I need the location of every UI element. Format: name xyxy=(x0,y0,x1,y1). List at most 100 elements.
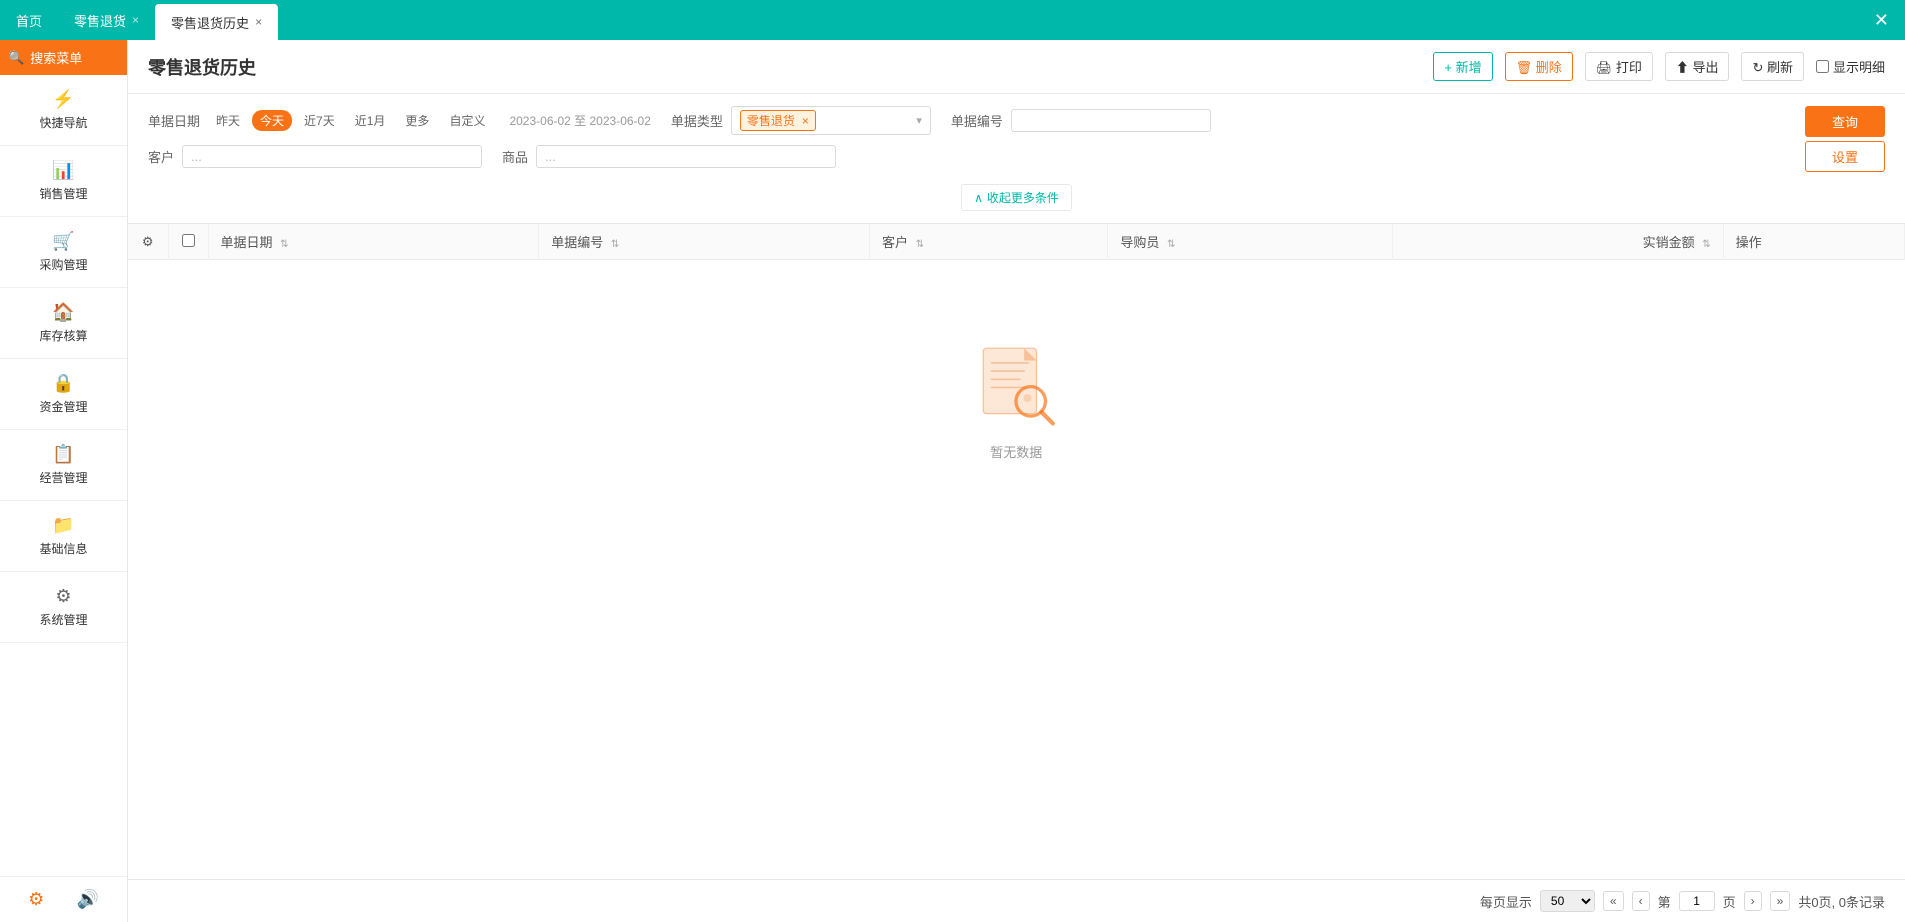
export-button[interactable]: ⬆ 导出 xyxy=(1665,52,1730,81)
sidebar: 🔍 搜索菜单 ⚡ 快捷导航 📊 销售管理 🛒 采购管理 🏠 库存核算 🔒 资金管… xyxy=(0,40,128,922)
header-actions: + 新增 🗑 删除 🖨 打印 ⬆ 导出 ↻ 刷新 显示明细 xyxy=(1433,52,1885,81)
empty-state-icon xyxy=(966,340,1066,430)
customer-label: 客户 xyxy=(148,147,174,166)
filter-row-1: 单据日期 昨天 今天 近7天 近1月 更多 自定义 2023-06-02 至 2… xyxy=(148,106,1785,135)
per-page-label: 每页显示 xyxy=(1480,892,1532,911)
sort-doc-no-icon: ⇅ xyxy=(611,239,619,250)
remove-doc-type-icon[interactable]: × xyxy=(802,114,809,128)
settings-icon[interactable]: ⚙ xyxy=(28,889,44,910)
sidebar-item-inventory[interactable]: 🏠 库存核算 xyxy=(0,288,127,359)
data-table: ⚙ 单据日期 ⇅ 单据编号 ⇅ 客户 xyxy=(128,224,1905,541)
date-range-display: 2023-06-02 至 2023-06-02 xyxy=(509,112,650,129)
date-option-yesterday[interactable]: 昨天 xyxy=(208,110,248,131)
date-option-more[interactable]: 更多 xyxy=(397,110,437,131)
product-label: 商品 xyxy=(502,147,528,166)
sort-doc-date-icon: ⇅ xyxy=(280,239,288,250)
filter-customer-group: 客户 ... xyxy=(148,145,482,168)
sales-icon: 📊 xyxy=(52,160,74,181)
th-action: 操作 xyxy=(1723,224,1904,260)
date-option-7days[interactable]: 近7天 xyxy=(296,110,343,131)
date-option-custom[interactable]: 自定义 xyxy=(441,110,493,131)
table-body: 暂无数据 xyxy=(128,260,1905,542)
top-bar: 首页 零售退货 × 零售退货历史 × ✕ xyxy=(0,0,1905,40)
search-icon: 🔍 xyxy=(8,50,24,66)
show-detail-input[interactable] xyxy=(1816,60,1829,73)
next-page-button[interactable]: › xyxy=(1744,891,1762,911)
show-detail-checkbox[interactable]: 显示明细 xyxy=(1816,57,1885,76)
audio-icon[interactable]: 🔊 xyxy=(76,889,98,910)
page-prefix-label: 第 xyxy=(1658,892,1671,911)
empty-state-row: 暂无数据 xyxy=(128,260,1905,542)
th-checkbox xyxy=(168,224,208,260)
window-close-button[interactable]: ✕ xyxy=(1874,10,1905,31)
doc-type-tag: 零售退货 × xyxy=(740,110,816,131)
delete-button[interactable]: 🗑 删除 xyxy=(1505,52,1573,81)
sidebar-item-finance[interactable]: 🔒 资金管理 xyxy=(0,359,127,430)
filter-date-group: 单据日期 昨天 今天 近7天 近1月 更多 自定义 2023-06-02 至 2… xyxy=(148,110,651,131)
main-content: 零售退货历史 + 新增 🗑 删除 🖨 打印 ⬆ 导出 ↻ 刷新 显示明细 xyxy=(128,40,1905,922)
doc-type-dropdown-icon: ▾ xyxy=(916,114,922,127)
filter-area: 单据日期 昨天 今天 近7天 近1月 更多 自定义 2023-06-02 至 2… xyxy=(128,94,1905,224)
sidebar-bottom: ⚙ 🔊 xyxy=(0,876,127,922)
customer-placeholder: ... xyxy=(191,149,202,164)
empty-state-text: 暂无数据 xyxy=(990,442,1042,461)
filter-doc-no-group: 单据编号 xyxy=(951,109,1211,132)
finance-icon: 🔒 xyxy=(52,373,74,394)
date-filter-label: 单据日期 xyxy=(148,111,200,130)
sidebar-item-operations[interactable]: 📋 经营管理 xyxy=(0,430,127,501)
tab-home[interactable]: 首页 xyxy=(0,11,58,30)
product-select[interactable]: ... xyxy=(536,145,836,168)
print-button[interactable]: 🖨 打印 xyxy=(1585,52,1653,81)
main-layout: 🔍 搜索菜单 ⚡ 快捷导航 📊 销售管理 🛒 采购管理 🏠 库存核算 🔒 资金管… xyxy=(0,40,1905,922)
collapse-filter-button[interactable]: ∧ 收起更多条件 xyxy=(961,184,1072,211)
last-page-button[interactable]: » xyxy=(1770,891,1791,911)
page-suffix-label: 页 xyxy=(1723,892,1736,911)
doc-type-label: 单据类型 xyxy=(671,111,723,130)
page-header: 零售退货历史 + 新增 🗑 删除 🖨 打印 ⬆ 导出 ↻ 刷新 显示明细 xyxy=(128,40,1905,94)
customer-select[interactable]: ... xyxy=(182,145,482,168)
per-page-select[interactable]: 50 20 100 xyxy=(1540,890,1595,912)
sidebar-item-purchase[interactable]: 🛒 采购管理 xyxy=(0,217,127,288)
pagination-summary: 共0页, 0条记录 xyxy=(1798,892,1885,911)
filter-product-group: 商品 ... xyxy=(502,145,836,168)
sidebar-search[interactable]: 🔍 搜索菜单 xyxy=(0,40,127,75)
date-option-1month[interactable]: 近1月 xyxy=(347,110,394,131)
empty-state: 暂无数据 xyxy=(128,260,1905,541)
sidebar-item-basic-info[interactable]: 📁 基础信息 xyxy=(0,501,127,572)
filter-date-options: 昨天 今天 近7天 近1月 更多 自定义 xyxy=(208,110,493,131)
sidebar-item-quick-nav[interactable]: ⚡ 快捷导航 xyxy=(0,75,127,146)
inventory-icon: 🏠 xyxy=(52,302,74,323)
sort-amount-icon: ⇅ xyxy=(1702,239,1710,250)
refresh-button[interactable]: ↻ 刷新 xyxy=(1741,52,1804,81)
query-button[interactable]: 查询 xyxy=(1805,106,1885,137)
operations-icon: 📋 xyxy=(52,444,74,465)
th-doc-no[interactable]: 单据编号 ⇅ xyxy=(539,224,870,260)
product-placeholder: ... xyxy=(545,149,556,164)
th-setting[interactable]: ⚙ xyxy=(128,224,168,260)
table-header-row: ⚙ 单据日期 ⇅ 单据编号 ⇅ 客户 xyxy=(128,224,1905,260)
th-doc-date[interactable]: 单据日期 ⇅ xyxy=(208,224,539,260)
page-number-input[interactable] xyxy=(1679,891,1715,911)
th-customer[interactable]: 客户 ⇅ xyxy=(870,224,1108,260)
sort-guide-icon: ⇅ xyxy=(1167,239,1175,250)
doc-type-select[interactable]: 零售退货 × ▾ xyxy=(731,106,931,135)
query-btn-group: 查询 设置 xyxy=(1805,106,1885,172)
tab-retail-return-history[interactable]: 零售退货历史 × xyxy=(155,4,278,40)
filter-row-2: 客户 ... 商品 ... xyxy=(148,145,1785,168)
first-page-button[interactable]: « xyxy=(1603,891,1624,911)
prev-page-button[interactable]: ‹ xyxy=(1632,891,1650,911)
close-tab2-icon[interactable]: × xyxy=(255,15,262,29)
th-amount[interactable]: 实销金额 ⇅ xyxy=(1392,224,1723,260)
th-guide[interactable]: 导购员 ⇅ xyxy=(1108,224,1393,260)
settings-filter-button[interactable]: 设置 xyxy=(1805,141,1885,172)
new-button[interactable]: + 新增 xyxy=(1433,52,1492,81)
select-all-checkbox[interactable] xyxy=(182,234,195,247)
date-option-today[interactable]: 今天 xyxy=(252,110,292,131)
sidebar-item-system[interactable]: ⚙ 系统管理 xyxy=(0,572,127,643)
tab-retail-return[interactable]: 零售退货 × xyxy=(58,0,155,40)
sidebar-item-sales[interactable]: 📊 销售管理 xyxy=(0,146,127,217)
close-tab1-icon[interactable]: × xyxy=(132,13,139,27)
doc-no-input[interactable] xyxy=(1011,109,1211,132)
quick-nav-icon: ⚡ xyxy=(52,89,74,110)
chevron-up-icon: ∧ xyxy=(974,191,983,205)
